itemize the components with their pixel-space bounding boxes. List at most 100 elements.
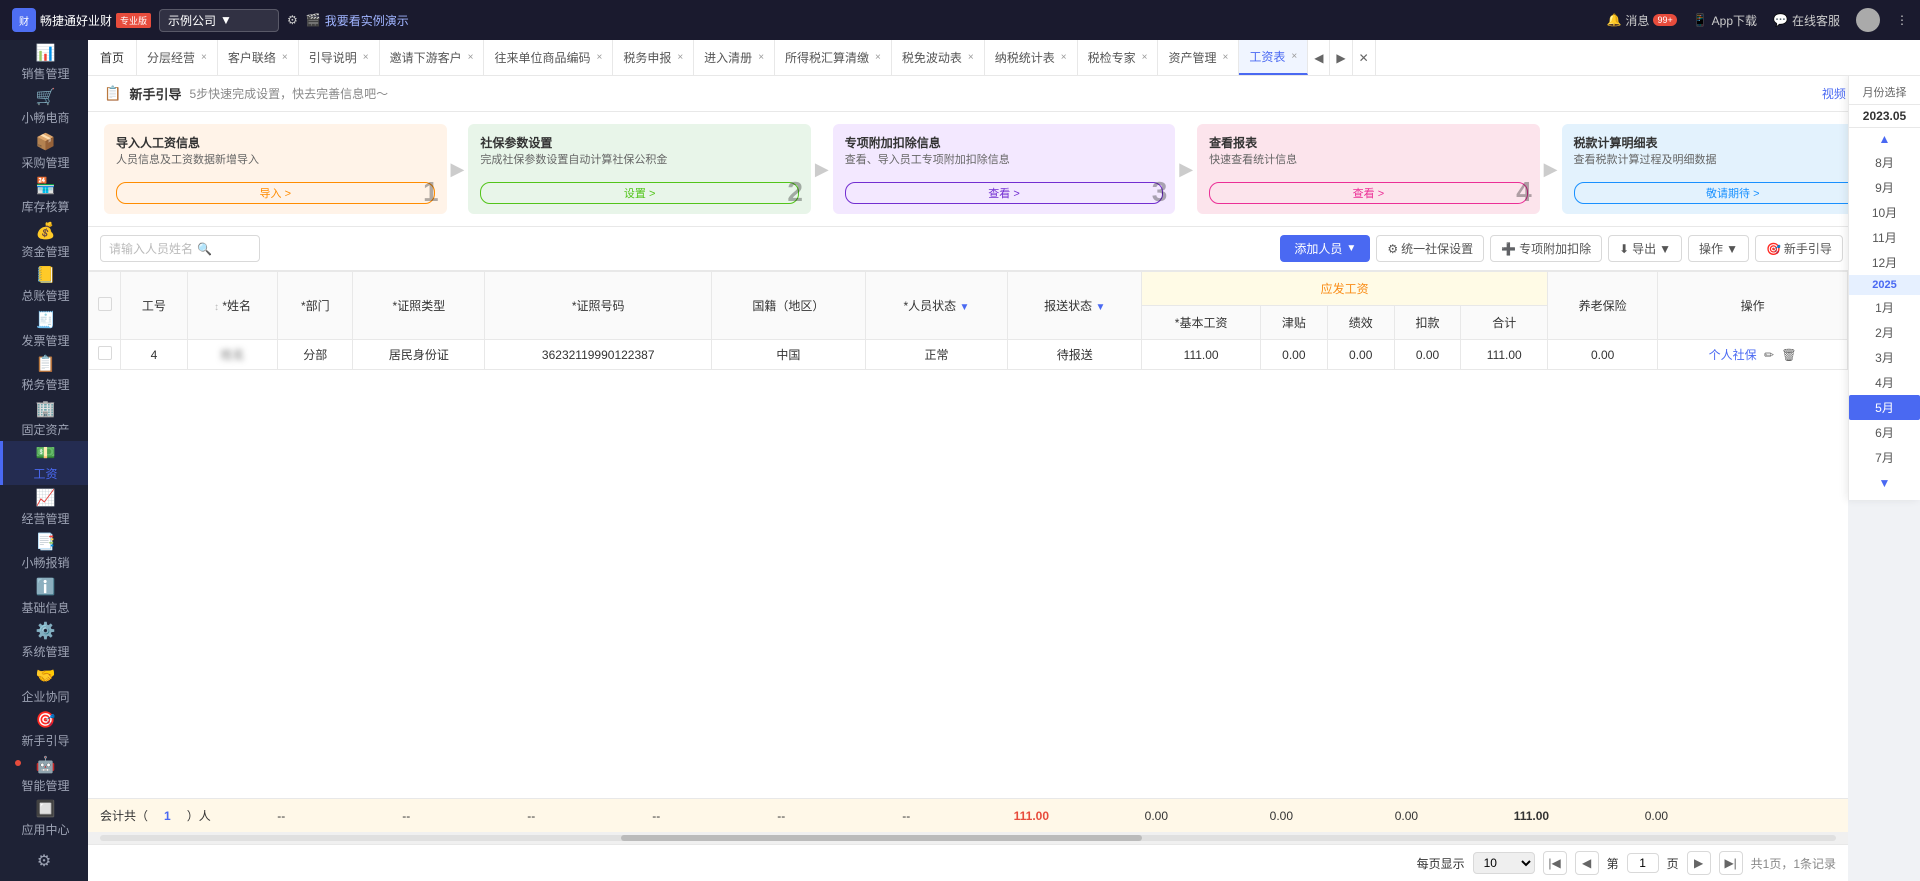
month-item-10[interactable]: 10月 xyxy=(1849,200,1920,225)
settings-button[interactable]: ⚙ xyxy=(287,13,298,27)
sidebar-item-report[interactable]: 📑 小畅报销 xyxy=(0,530,88,575)
tab-asset[interactable]: 资产管理 × xyxy=(1158,40,1239,75)
tab-next-btn[interactable]: ▶ xyxy=(1330,40,1352,75)
prev-page-btn[interactable]: ◀ xyxy=(1575,851,1599,875)
month-item-12[interactable]: 12月 xyxy=(1849,250,1920,275)
operation-btn[interactable]: 操作 ▼ xyxy=(1688,235,1749,262)
step-4-btn[interactable]: 查看 > xyxy=(1209,182,1528,204)
tab-clearance[interactable]: 进入清册 × xyxy=(694,40,775,75)
first-page-btn[interactable]: |◀ xyxy=(1543,851,1567,875)
month-item-11[interactable]: 11月 xyxy=(1849,225,1920,250)
step-2-btn[interactable]: 设置 > xyxy=(480,182,799,204)
tab-close-icon[interactable]: × xyxy=(1061,52,1067,63)
sidebar-item-appcenter[interactable]: 🔲 应用中心 xyxy=(0,797,88,842)
status-filter-icon[interactable]: ▼ xyxy=(960,302,970,313)
sidebar-item-guide[interactable]: 🎯 新手引导 xyxy=(0,708,88,753)
month-up-btn[interactable]: ▲ xyxy=(1874,128,1896,150)
sidebar-item-purchase[interactable]: 📦 采购管理 xyxy=(0,129,88,174)
tab-close-icon[interactable]: × xyxy=(1142,52,1148,63)
special-deduct-btn[interactable]: ➕ 专项附加扣除 xyxy=(1490,235,1602,262)
month-item-3[interactable]: 3月 xyxy=(1849,345,1920,370)
demo-button[interactable]: 🎬 我要看实例演示 xyxy=(306,12,409,29)
tab-close-icon[interactable]: × xyxy=(968,52,974,63)
tab-home[interactable]: 首页 xyxy=(88,40,137,75)
tab-segment[interactable]: 分层经营 × xyxy=(137,40,218,75)
tab-close-icon[interactable]: × xyxy=(758,52,764,63)
action-delete-icon[interactable]: 🗑 xyxy=(1781,348,1796,362)
sidebar-item-system[interactable]: ⚙️ 系统管理 xyxy=(0,619,88,664)
sidebar-item-tax[interactable]: 📋 税务管理 xyxy=(0,352,88,397)
action-personal-social[interactable]: 个人社保 xyxy=(1709,348,1757,362)
export-btn[interactable]: ⬇ 导出 ▼ xyxy=(1608,235,1682,262)
tab-guide[interactable]: 引导说明 × xyxy=(299,40,380,75)
month-item-7[interactable]: 7月 xyxy=(1849,445,1920,470)
page-input[interactable] xyxy=(1627,853,1659,873)
sidebar-item-ledger[interactable]: 📒 总账管理 xyxy=(0,263,88,308)
tab-close-icon[interactable]: × xyxy=(1291,51,1297,62)
tab-tax-exempt[interactable]: 税免波动表 × xyxy=(892,40,985,75)
sidebar-item-finance[interactable]: 💰 资金管理 xyxy=(0,218,88,263)
avatar[interactable] xyxy=(1856,8,1880,32)
company-selector[interactable]: 示例公司 ▼ xyxy=(159,9,279,32)
tab-close-icon[interactable]: × xyxy=(596,52,602,63)
sidebar-item-ecommerce[interactable]: 🛒 小畅电商 xyxy=(0,85,88,130)
tab-invite[interactable]: 邀请下游客户 × xyxy=(380,40,485,75)
tab-close-icon[interactable]: × xyxy=(201,52,207,63)
tab-tax-calc[interactable]: 所得税汇算清缴 × xyxy=(775,40,892,75)
search-input[interactable]: 请输入人员姓名 🔍 xyxy=(100,235,260,262)
tab-tax-report[interactable]: 税务申报 × xyxy=(613,40,694,75)
sidebar-item-smart[interactable]: 🤖 智能管理 xyxy=(0,752,88,797)
tab-close-icon[interactable]: × xyxy=(282,52,288,63)
month-item-8[interactable]: 8月 xyxy=(1849,150,1920,175)
tab-close-icon[interactable]: × xyxy=(677,52,683,63)
tab-close-icon[interactable]: × xyxy=(1222,52,1228,63)
tab-product-code[interactable]: 往来单位商品编码 × xyxy=(484,40,613,75)
tab-prev-btn[interactable]: ◀ xyxy=(1308,40,1330,75)
tab-tax-stat[interactable]: 纳税统计表 × xyxy=(985,40,1078,75)
message-btn[interactable]: 🔔 消息 99+ xyxy=(1606,12,1676,29)
tab-close-all-btn[interactable]: ✕ xyxy=(1353,40,1376,75)
last-page-btn[interactable]: ▶| xyxy=(1719,851,1743,875)
sidebar-item-basic[interactable]: ℹ️ 基础信息 xyxy=(0,574,88,619)
tab-close-icon[interactable]: × xyxy=(875,52,881,63)
tab-close-icon[interactable]: × xyxy=(363,52,369,63)
row-checkbox[interactable] xyxy=(98,346,112,360)
action-edit-icon[interactable]: ✏ xyxy=(1764,348,1774,362)
step-1-btn[interactable]: 导入 > xyxy=(116,182,435,204)
sidebar-item-invoice[interactable]: 🧾 发票管理 xyxy=(0,307,88,352)
month-item-1[interactable]: 1月 xyxy=(1849,295,1920,320)
app-download-btn[interactable]: 📱 App下载 xyxy=(1693,12,1757,29)
tab-close-icon[interactable]: × xyxy=(468,52,474,63)
horizontal-scrollbar[interactable] xyxy=(88,832,1848,844)
tab-tax-expert[interactable]: 税检专家 × xyxy=(1078,40,1159,75)
sidebar-item-fixed[interactable]: 🏢 固定资产 xyxy=(0,396,88,441)
sidebar-item-inventory[interactable]: 🏪 库存核算 xyxy=(0,174,88,219)
report-status-filter-icon[interactable]: ▼ xyxy=(1095,302,1105,313)
per-page-select[interactable]: 10 20 50 xyxy=(1473,852,1535,874)
month-item-6[interactable]: 6月 xyxy=(1849,420,1920,445)
month-item-9[interactable]: 9月 xyxy=(1849,175,1920,200)
tab-customer[interactable]: 客户联络 × xyxy=(218,40,299,75)
sidebar-item-operation[interactable]: 📈 经营管理 xyxy=(0,485,88,530)
tab-salary[interactable]: 工资表 × xyxy=(1239,40,1308,75)
gear-btn[interactable]: ⚙ xyxy=(0,841,88,881)
sidebar-item-coop[interactable]: 🤝 企业协同 xyxy=(0,663,88,708)
step-5-btn[interactable]: 敬请期待 > xyxy=(1574,182,1893,204)
month-down-btn[interactable]: ▼ xyxy=(1874,472,1896,494)
new-guide-btn[interactable]: 🎯 新手引导 xyxy=(1755,235,1843,262)
video-btn[interactable]: 视频 xyxy=(1822,85,1846,102)
step-3-btn[interactable]: 查看 > xyxy=(845,182,1164,204)
inventory-icon: 🏪 xyxy=(36,176,56,196)
unified-social-btn[interactable]: ⚙ 统一社保设置 xyxy=(1376,235,1484,262)
add-person-btn[interactable]: 添加人员 ▼ xyxy=(1280,235,1370,262)
sidebar-item-salary[interactable]: 💵 工资 xyxy=(0,441,88,486)
more-btn[interactable]: ⋮ xyxy=(1896,13,1908,27)
month-item-5[interactable]: 5月 xyxy=(1849,395,1920,420)
select-all-checkbox[interactable] xyxy=(98,297,112,311)
online-service-btn[interactable]: 💬 在线客服 xyxy=(1773,12,1840,29)
month-item-2[interactable]: 2月 xyxy=(1849,320,1920,345)
scroll-thumb[interactable] xyxy=(621,835,1142,841)
month-item-4[interactable]: 4月 xyxy=(1849,370,1920,395)
next-page-btn[interactable]: ▶ xyxy=(1687,851,1711,875)
sidebar-item-sales[interactable]: 📊 销售管理 xyxy=(0,40,88,85)
